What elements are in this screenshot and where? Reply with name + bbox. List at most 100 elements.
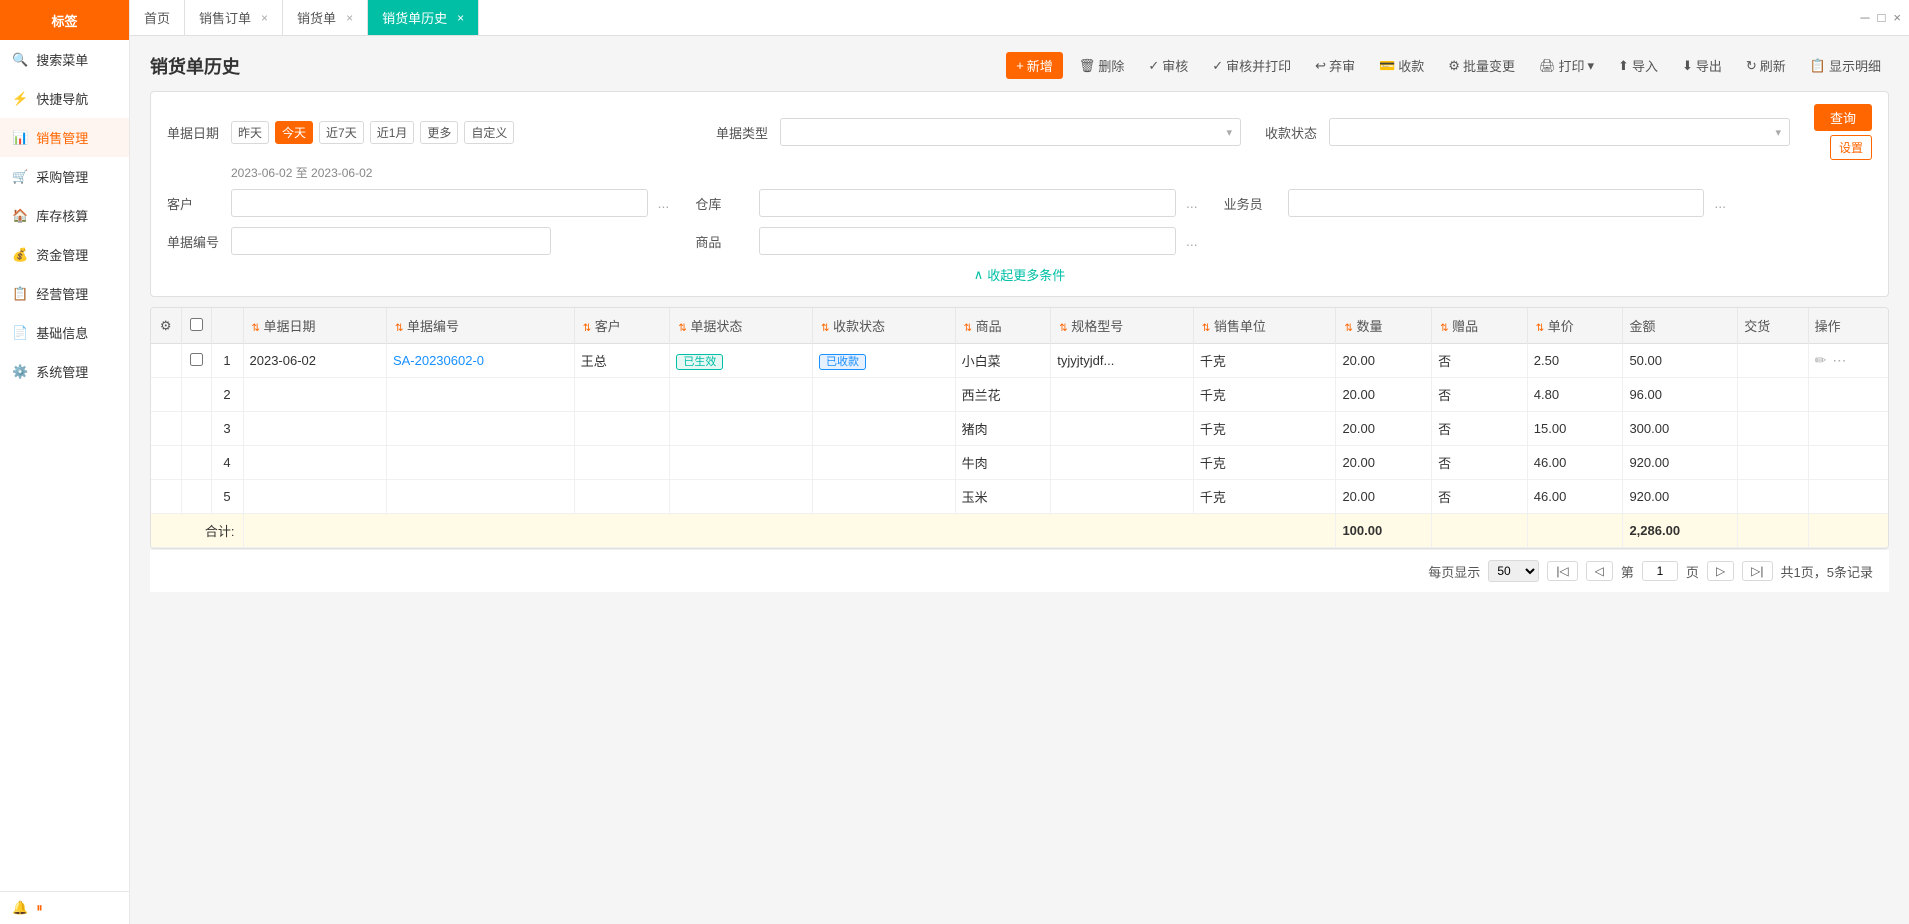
per-page-select[interactable]: 50 20 100 <box>1488 560 1539 582</box>
collect-status-select[interactable]: ▾ <box>1329 118 1790 146</box>
row-doc-no <box>386 378 574 412</box>
tab-sales-goods-close[interactable]: × <box>346 11 353 25</box>
sort-icon: ⇅ <box>964 323 972 334</box>
collapse-button[interactable]: ∧ 收起更多条件 <box>974 265 1066 284</box>
collect-button[interactable]: 💳 收款 <box>1371 52 1432 79</box>
doc-no-input[interactable] <box>231 227 551 255</box>
more-icon[interactable]: ⋯ <box>1832 352 1846 369</box>
row-doc-date: 2023-06-02 <box>243 344 386 378</box>
minimize-icon[interactable]: ─ <box>1860 10 1869 25</box>
filter-group-customer: 客户 ... <box>167 189 671 217</box>
col-goods[interactable]: ⇅ 商品 <box>955 308 1051 344</box>
sidebar-item-basic-info[interactable]: 📄 基础信息 <box>0 313 129 352</box>
col-transaction: 交货 <box>1738 308 1808 344</box>
add-button[interactable]: + 新增 <box>1006 52 1063 79</box>
prev-page-button[interactable]: ◁ <box>1586 561 1613 581</box>
customer-ellipsis[interactable]: ... <box>656 195 672 211</box>
tab-sales-order[interactable]: 销售订单 × <box>185 0 283 35</box>
warehouse-ellipsis[interactable]: ... <box>1184 195 1200 211</box>
date-btn-more[interactable]: 更多 <box>420 121 458 144</box>
tab-sales-history-close[interactable]: × <box>457 11 464 25</box>
date-range-text: 2023-06-02 至 2023-06-02 <box>231 166 372 180</box>
sidebar-item-quick-nav[interactable]: ⚡ 快捷导航 <box>0 79 129 118</box>
maximize-icon[interactable]: □ <box>1878 10 1886 25</box>
filter-group-salesperson: 业务员 ... <box>1224 189 1728 217</box>
date-btn-1month[interactable]: 近1月 <box>370 121 415 144</box>
page-input[interactable] <box>1642 561 1678 581</box>
close-window-icon[interactable]: × <box>1893 10 1901 25</box>
batch-change-button[interactable]: ⚙ 批量变更 <box>1440 52 1523 79</box>
customer-input[interactable] <box>231 189 648 217</box>
delete-button[interactable]: 🗑 删除 <box>1071 52 1133 79</box>
salesperson-input[interactable] <box>1288 189 1705 217</box>
export-button[interactable]: ⬇ 导出 <box>1674 52 1730 79</box>
sidebar: 标签 🔍 搜索菜单 ⚡ 快捷导航 📊 销售管理 🛒 采购管理 🏠 库存核算 💰 … <box>0 0 130 924</box>
tab-sales-goods[interactable]: 销货单 × <box>283 0 368 35</box>
customer-label: 客户 <box>167 194 223 213</box>
row-checkbox[interactable] <box>190 353 203 366</box>
sidebar-item-search-menu[interactable]: 🔍 搜索菜单 <box>0 40 129 79</box>
abandon-button[interactable]: ↩ 弃审 <box>1307 52 1363 79</box>
sidebar-item-finance[interactable]: 💰 资金管理 <box>0 235 129 274</box>
col-price[interactable]: ⇅ 单价 <box>1527 308 1623 344</box>
sidebar-bottom: 🔔 ⏸ <box>0 891 129 924</box>
edit-icon[interactable]: ✏ <box>1815 352 1827 369</box>
tab-home[interactable]: 首页 <box>130 0 185 35</box>
col-settings[interactable]: ⚙ <box>151 308 181 344</box>
last-page-button[interactable]: ▷| <box>1742 561 1772 581</box>
table-row: 5 玉米 千克 20.00 否 46.00 920.00 <box>151 480 1888 514</box>
col-unit[interactable]: ⇅ 销售单位 <box>1193 308 1336 344</box>
salesperson-ellipsis[interactable]: ... <box>1712 195 1728 211</box>
col-qty[interactable]: ⇅ 数量 <box>1336 308 1432 344</box>
sidebar-item-label: 快捷导航 <box>36 89 88 108</box>
col-gift[interactable]: ⇅ 赠品 <box>1432 308 1528 344</box>
refresh-icon: ↻ <box>1746 58 1757 74</box>
sidebar-item-purchase-mgmt[interactable]: 🛒 采购管理 <box>0 157 129 196</box>
tab-home-label: 首页 <box>144 8 170 27</box>
tab-sales-order-close[interactable]: × <box>261 11 268 25</box>
settings-button[interactable]: 设置 <box>1830 135 1872 160</box>
row-customer: 王总 <box>574 344 670 378</box>
date-btn-7days[interactable]: 近7天 <box>319 121 364 144</box>
refresh-button[interactable]: ↻ 刷新 <box>1738 52 1794 79</box>
col-doc-status[interactable]: ⇅ 单据状态 <box>670 308 813 344</box>
import-button[interactable]: ⬆ 导入 <box>1610 52 1666 79</box>
sort-icon: ⇅ <box>1344 323 1352 334</box>
query-button[interactable]: 查询 <box>1814 104 1872 131</box>
print-button[interactable]: 🖨 打印 ▾ <box>1531 52 1602 79</box>
select-all-checkbox[interactable] <box>190 318 203 331</box>
row-no: 2 <box>211 378 243 412</box>
pause-icon[interactable]: ⏸ <box>36 900 43 916</box>
sidebar-item-inventory[interactable]: 🏠 库存核算 <box>0 196 129 235</box>
warehouse-input[interactable] <box>759 189 1176 217</box>
date-btn-today[interactable]: 今天 <box>275 121 313 144</box>
first-page-button[interactable]: |◁ <box>1547 561 1577 581</box>
col-customer[interactable]: ⇅ 客户 <box>574 308 670 344</box>
summary-total-amount: 2,286.00 <box>1623 514 1738 548</box>
date-btn-yesterday[interactable]: 昨天 <box>231 121 269 144</box>
page-header: 销货单历史 + 新增 🗑 删除 ✓ 审核 ✓ 审核并打印 <box>150 52 1889 79</box>
sidebar-item-ops-mgmt[interactable]: 📋 经营管理 <box>0 274 129 313</box>
goods-input[interactable] <box>759 227 1176 255</box>
row-amount: 96.00 <box>1623 378 1738 412</box>
audit-button[interactable]: ✓ 审核 <box>1140 52 1196 79</box>
sidebar-item-sales-mgmt[interactable]: 📊 销售管理 <box>0 118 129 157</box>
date-btn-custom[interactable]: 自定义 <box>464 121 514 144</box>
col-spec[interactable]: ⇅ 规格型号 <box>1051 308 1194 344</box>
sidebar-item-sys-mgmt[interactable]: ⚙️ 系统管理 <box>0 352 129 391</box>
doc-no-link[interactable]: SA-20230602-0 <box>393 353 484 368</box>
table-row: 2 西兰花 千克 20.00 否 4.80 96.00 <box>151 378 1888 412</box>
doc-type-select[interactable]: ▾ <box>780 118 1241 146</box>
tab-sales-history-label: 销货单历史 <box>382 8 447 27</box>
tab-sales-history[interactable]: 销货单历史 × <box>368 0 479 35</box>
audit-print-button[interactable]: ✓ 审核并打印 <box>1204 52 1299 79</box>
col-doc-no[interactable]: ⇅ 单据编号 <box>386 308 574 344</box>
row-qty: 20.00 <box>1336 344 1432 378</box>
notification-icon[interactable]: 🔔 <box>12 900 28 916</box>
goods-ellipsis[interactable]: ... <box>1184 233 1200 249</box>
col-doc-date[interactable]: ⇅ 单据日期 <box>243 308 386 344</box>
show-detail-button[interactable]: 📋 显示明细 <box>1802 52 1889 79</box>
col-collect-status[interactable]: ⇅ 收款状态 <box>812 308 955 344</box>
row-goods: 玉米 <box>955 480 1051 514</box>
next-page-button[interactable]: ▷ <box>1707 561 1734 581</box>
